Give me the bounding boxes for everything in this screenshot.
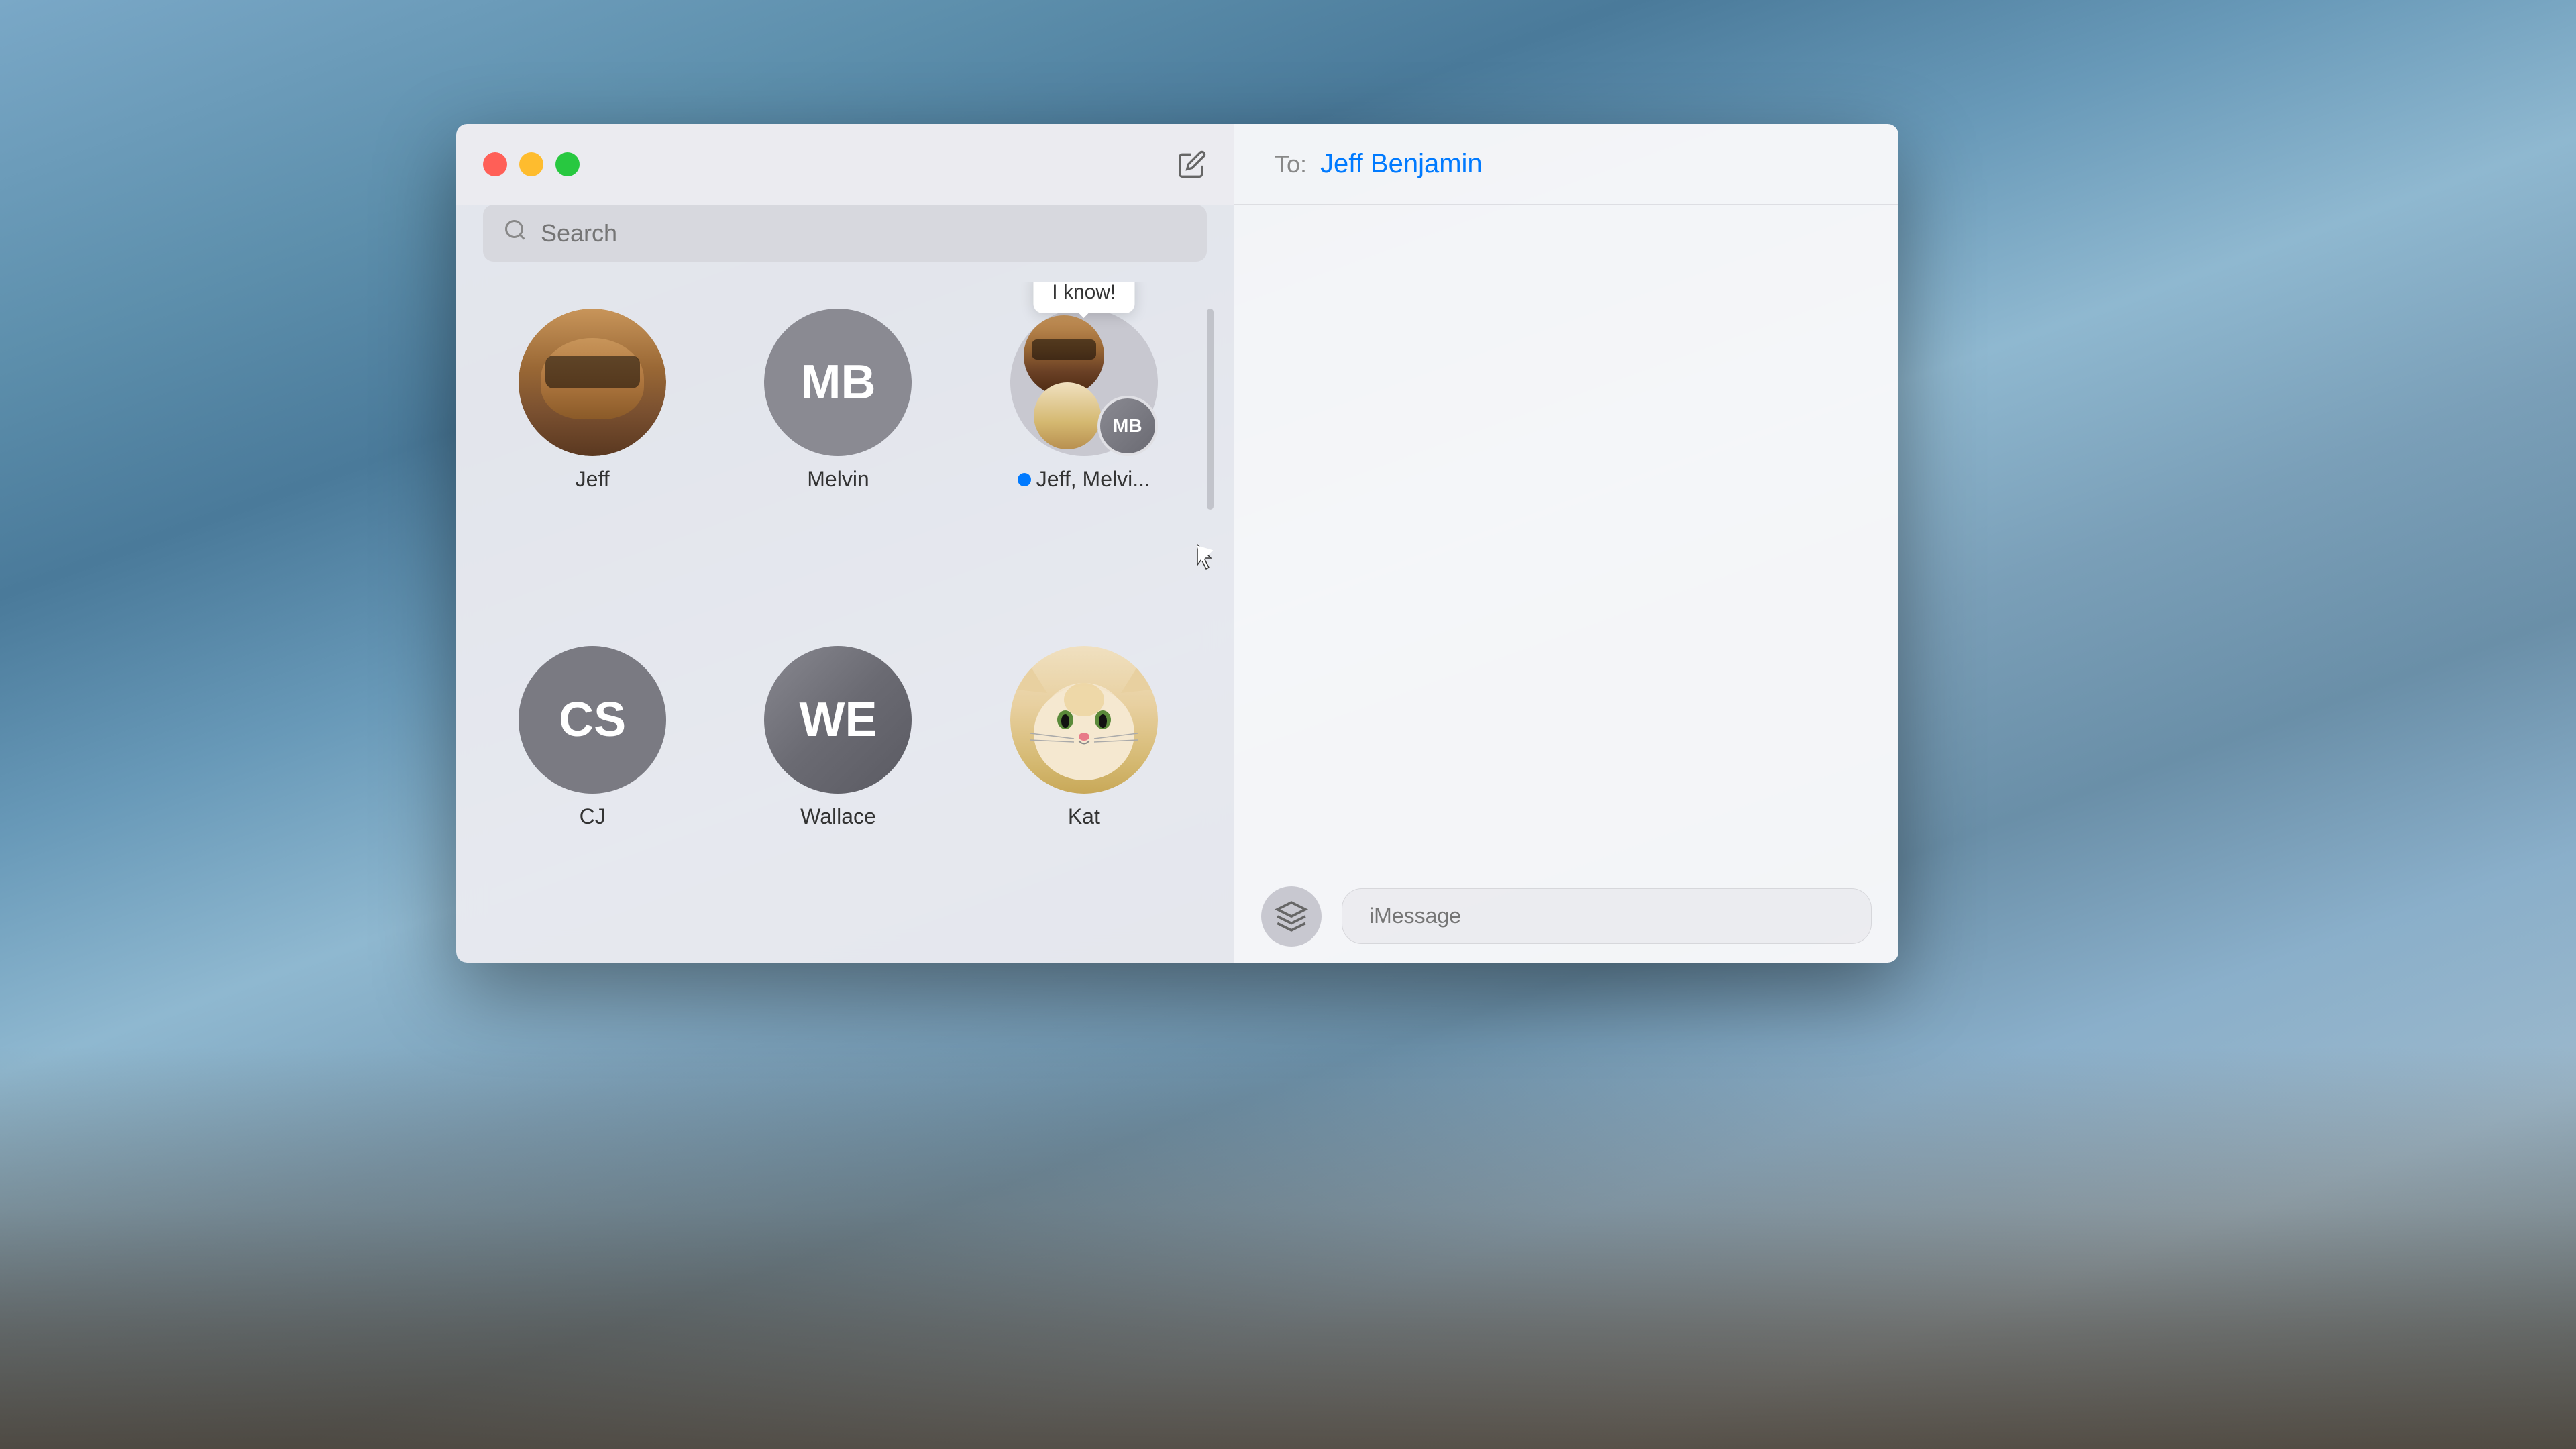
melvin-name: Melvin xyxy=(807,467,869,492)
wallace-initials: WE xyxy=(799,692,877,747)
search-input[interactable] xyxy=(541,219,1187,248)
contact-kat[interactable]: Kat xyxy=(968,633,1200,950)
right-panel: To: Jeff Benjamin xyxy=(1234,124,1898,963)
cj-initials: CS xyxy=(559,692,626,747)
recipient-name: Jeff Benjamin xyxy=(1320,149,1483,179)
tooltip-bubble: I know! xyxy=(1033,282,1134,313)
minimize-button[interactable] xyxy=(519,152,543,176)
wallace-avatar: WE xyxy=(764,646,912,794)
contact-jeff[interactable]: Jeff xyxy=(476,295,708,612)
cj-name: CJ xyxy=(580,804,606,829)
contacts-grid: Jeff MB Melvin I know! xyxy=(476,295,1200,949)
messages-window: Jeff MB Melvin I know! xyxy=(456,124,1898,963)
jeff-name: Jeff xyxy=(576,467,610,492)
group-avatar: MB xyxy=(1010,309,1158,456)
cj-avatar: CS xyxy=(519,646,666,794)
search-bar[interactable] xyxy=(483,205,1207,262)
contact-wallace[interactable]: WE Wallace xyxy=(722,633,954,950)
group-badge: MB xyxy=(1097,396,1158,456)
kat-avatar xyxy=(1010,646,1158,794)
title-bar xyxy=(456,124,1234,205)
window-controls xyxy=(483,152,580,176)
close-button[interactable] xyxy=(483,152,507,176)
jeff-avatar xyxy=(519,309,666,456)
right-header: To: Jeff Benjamin xyxy=(1234,124,1898,205)
search-icon xyxy=(503,218,527,248)
message-input-area xyxy=(1234,869,1898,963)
maximize-button[interactable] xyxy=(555,152,580,176)
contact-melvin[interactable]: MB Melvin xyxy=(722,295,954,612)
wallace-name: Wallace xyxy=(800,804,876,829)
kat-name: Kat xyxy=(1068,804,1100,829)
contact-group[interactable]: I know! MB Jeff, Melvi... xyxy=(968,295,1200,612)
online-indicator xyxy=(1018,473,1031,486)
message-input[interactable] xyxy=(1342,888,1872,944)
message-area xyxy=(1234,205,1898,869)
contact-cj[interactable]: CS CJ xyxy=(476,633,708,950)
to-label: To: xyxy=(1275,150,1307,178)
app-store-button[interactable] xyxy=(1261,886,1322,947)
scrollbar[interactable] xyxy=(1207,309,1214,510)
melvin-avatar: MB xyxy=(764,309,912,456)
group-name: Jeff, Melvi... xyxy=(1018,467,1150,492)
compose-button[interactable] xyxy=(1177,150,1207,179)
melvin-initials: MB xyxy=(800,355,875,410)
left-panel: Jeff MB Melvin I know! xyxy=(456,124,1234,963)
contacts-area: Jeff MB Melvin I know! xyxy=(456,282,1234,963)
